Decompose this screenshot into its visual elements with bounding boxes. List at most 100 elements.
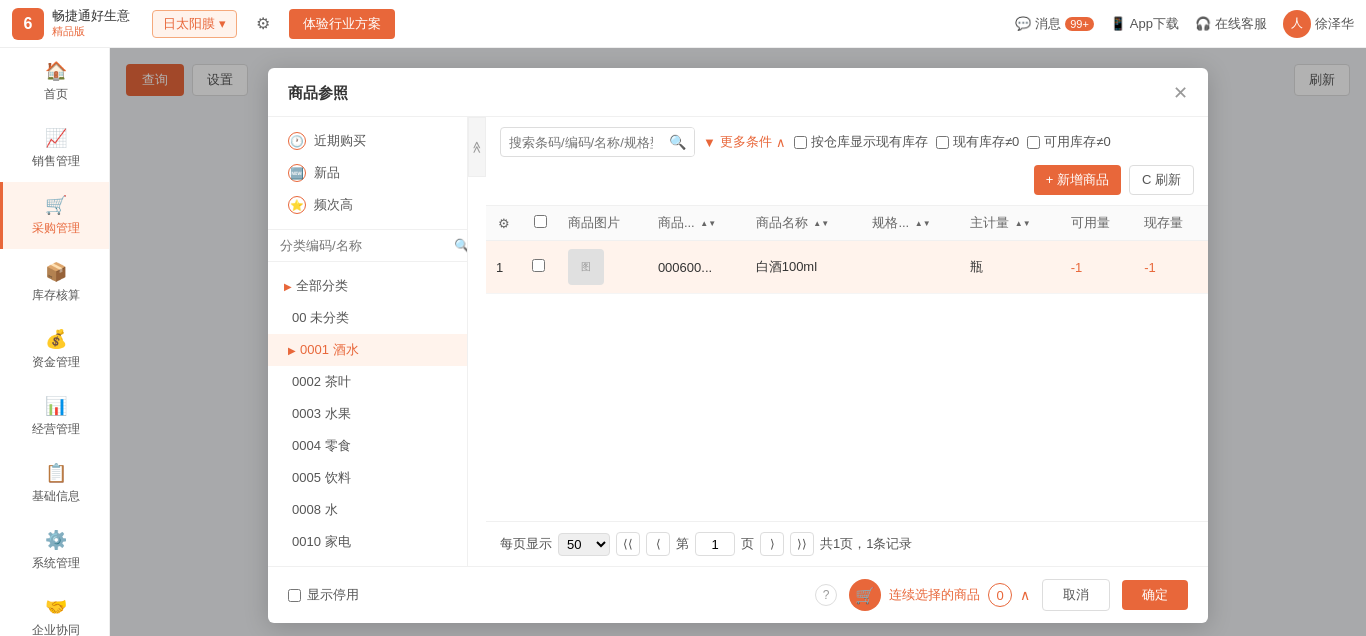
logo-icon: 6 xyxy=(12,8,44,40)
col-stock[interactable]: 现存量 xyxy=(1134,206,1208,241)
col-spec[interactable]: 规格... ▲▼ xyxy=(862,206,960,241)
row-avail: -1 xyxy=(1061,241,1135,294)
quick-link-new[interactable]: 🆕 新品 xyxy=(268,157,467,189)
help-icon-btn[interactable]: ? xyxy=(815,584,837,606)
row-checkbox[interactable] xyxy=(522,241,558,294)
page-prev-btn[interactable]: ⟨ xyxy=(646,532,670,556)
avail-ne0-checkbox[interactable]: 可用库存≠0 xyxy=(1027,133,1110,151)
search-submit-btn[interactable]: 🔍 xyxy=(661,127,694,157)
col-unit[interactable]: 主计量 ▲▼ xyxy=(960,206,1060,241)
sidebar-label-inventory: 库存核算 xyxy=(32,287,80,304)
row-spec xyxy=(862,241,960,294)
cancel-button[interactable]: 取消 xyxy=(1042,579,1110,611)
sidebar: 🏠 首页 📈 销售管理 🛒 采购管理 📦 库存核算 💰 资金管理 📊 经营管理 … xyxy=(0,48,110,636)
star-icon: ⭐ xyxy=(288,196,306,214)
sidebar-item-home[interactable]: 🏠 首页 xyxy=(0,48,109,115)
cat-all[interactable]: ▶ 全部分类 xyxy=(268,270,467,302)
col-avail[interactable]: 可用量 xyxy=(1061,206,1135,241)
show-disabled-checkbox[interactable]: 显示停用 xyxy=(288,586,359,604)
cat-liquor-arrow: ▶ xyxy=(288,345,296,356)
add-product-btn[interactable]: + 新增商品 xyxy=(1034,165,1121,195)
sidebar-item-inventory[interactable]: 📦 库存核算 xyxy=(0,249,109,316)
collapse-panel-btn[interactable]: ≪ xyxy=(468,117,486,177)
table-row[interactable]: 1 图 000600... 白酒100ml 瓶 xyxy=(486,241,1208,294)
app-download-btn[interactable]: 📱 App下载 xyxy=(1110,15,1179,33)
cat-uncategorized[interactable]: 00 未分类 xyxy=(268,302,467,334)
page-last-btn[interactable]: ⟩⟩ xyxy=(790,532,814,556)
filter-chevron-icon: ∧ xyxy=(776,135,786,150)
nav-right: 💬 消息 99+ 📱 App下载 🎧 在线客服 人 徐泽华 xyxy=(1015,10,1354,38)
page-first-btn[interactable]: ⟨⟨ xyxy=(616,532,640,556)
sales-icon: 📈 xyxy=(45,127,67,149)
sidebar-label-sales: 销售管理 xyxy=(32,153,80,170)
cat-all-arrow: ▶ xyxy=(284,281,292,292)
inventory-icon: 📦 xyxy=(45,261,67,283)
message-badge: 99+ xyxy=(1065,17,1094,31)
dialog-body: 🕐 近期购买 🆕 新品 ⭐ 频次高 xyxy=(268,117,1208,566)
col-settings[interactable]: ⚙ xyxy=(486,206,522,241)
operations-icon: 📊 xyxy=(45,395,67,417)
sidebar-item-system[interactable]: ⚙️ 系统管理 xyxy=(0,517,109,584)
confirm-button[interactable]: 确定 xyxy=(1122,580,1188,610)
messages-btn[interactable]: 💬 消息 99+ xyxy=(1015,15,1094,33)
system-icon: ⚙️ xyxy=(45,529,67,551)
category-panel: 🕐 近期购买 🆕 新品 ⭐ 频次高 xyxy=(268,117,468,566)
search-icon[interactable]: 🔍 xyxy=(454,238,468,253)
col-image: 商品图片 xyxy=(558,206,648,241)
category-search-input[interactable] xyxy=(280,238,448,253)
sidebar-label-system: 系统管理 xyxy=(32,555,80,572)
sidebar-item-basic-info[interactable]: 📋 基础信息 xyxy=(0,450,109,517)
page-number-input[interactable] xyxy=(695,532,735,556)
warehouse-display-checkbox[interactable]: 按仓库显示现有库存 xyxy=(794,133,928,151)
cat-beverage[interactable]: 0005 饮料 xyxy=(268,462,467,494)
main-layout: 🏠 首页 📈 销售管理 🛒 采购管理 📦 库存核算 💰 资金管理 📊 经营管理 … xyxy=(0,48,1366,636)
search-input-wrap: 🔍 xyxy=(500,127,695,157)
collapse-up-icon[interactable]: ∧ xyxy=(1020,587,1030,603)
per-page-select[interactable]: 50 10 20 100 xyxy=(558,533,610,556)
message-icon: 💬 xyxy=(1015,16,1031,31)
per-page-label: 每页显示 xyxy=(500,535,552,553)
stock-ne0-checkbox[interactable]: 现有库存≠0 xyxy=(936,133,1019,151)
sidebar-item-sales[interactable]: 📈 销售管理 xyxy=(0,115,109,182)
row-code: 000600... xyxy=(648,241,746,294)
cart-area[interactable]: 🛒 连续选择的商品 0 ∧ xyxy=(849,579,1030,611)
refresh-table-btn[interactable]: C 刷新 xyxy=(1129,165,1194,195)
trial-button[interactable]: 体验行业方案 xyxy=(289,9,395,39)
product-dialog: 商品参照 ✕ 🕐 近期购买 🆕 xyxy=(268,68,1208,623)
col-name[interactable]: 商品名称 ▲▼ xyxy=(746,206,863,241)
cart-icon: 🛒 xyxy=(849,579,881,611)
modal-overlay: 商品参照 ✕ 🕐 近期购买 🆕 xyxy=(110,48,1366,636)
cat-appliance[interactable]: 0010 家电 xyxy=(268,526,467,558)
home-icon: 🏠 xyxy=(45,60,67,82)
quick-link-frequent[interactable]: ⭐ 频次高 xyxy=(268,189,467,221)
col-code[interactable]: 商品... ▲▼ xyxy=(648,206,746,241)
user-profile-btn[interactable]: 人 徐泽华 xyxy=(1283,10,1354,38)
sidebar-label-basic: 基础信息 xyxy=(32,488,80,505)
gear-icon-btn[interactable]: ⚙ xyxy=(245,6,281,42)
cat-tea[interactable]: 0002 茶叶 xyxy=(268,366,467,398)
cat-water[interactable]: 0008 水 xyxy=(268,494,467,526)
sidebar-item-collab[interactable]: 🤝 企业协同 xyxy=(0,584,109,636)
store-selector[interactable]: 日太阳膜 ▾ xyxy=(152,10,237,38)
quick-link-recent[interactable]: 🕐 近期购买 xyxy=(268,125,467,157)
row-image: 图 xyxy=(558,241,648,294)
cat-snack[interactable]: 0004 零食 xyxy=(268,430,467,462)
footer-right: ? 🛒 连续选择的商品 0 ∧ 取消 确定 xyxy=(815,579,1188,611)
online-service-btn[interactable]: 🎧 在线客服 xyxy=(1195,15,1267,33)
dialog-close-icon[interactable]: ✕ xyxy=(1173,82,1188,104)
store-name: 日太阳膜 xyxy=(163,15,215,33)
product-search-input[interactable] xyxy=(501,135,661,150)
quick-links: 🕐 近期购买 🆕 新品 ⭐ 频次高 xyxy=(268,117,467,230)
product-thumbnail: 图 xyxy=(568,249,604,285)
page-next-btn[interactable]: ⟩ xyxy=(760,532,784,556)
avatar: 人 xyxy=(1283,10,1311,38)
col-select-all[interactable] xyxy=(522,206,558,241)
sidebar-item-purchase[interactable]: 🛒 采购管理 xyxy=(0,182,109,249)
sidebar-item-operations[interactable]: 📊 经营管理 xyxy=(0,383,109,450)
cat-liquor[interactable]: ▶ 0001 酒水 xyxy=(268,334,467,366)
cat-fruit[interactable]: 0003 水果 xyxy=(268,398,467,430)
more-filter-btn[interactable]: ▼ 更多条件 ∧ xyxy=(703,133,786,151)
row-name: 白酒100ml xyxy=(746,241,863,294)
cart-count: 0 xyxy=(988,583,1012,607)
sidebar-item-finance[interactable]: 💰 资金管理 xyxy=(0,316,109,383)
